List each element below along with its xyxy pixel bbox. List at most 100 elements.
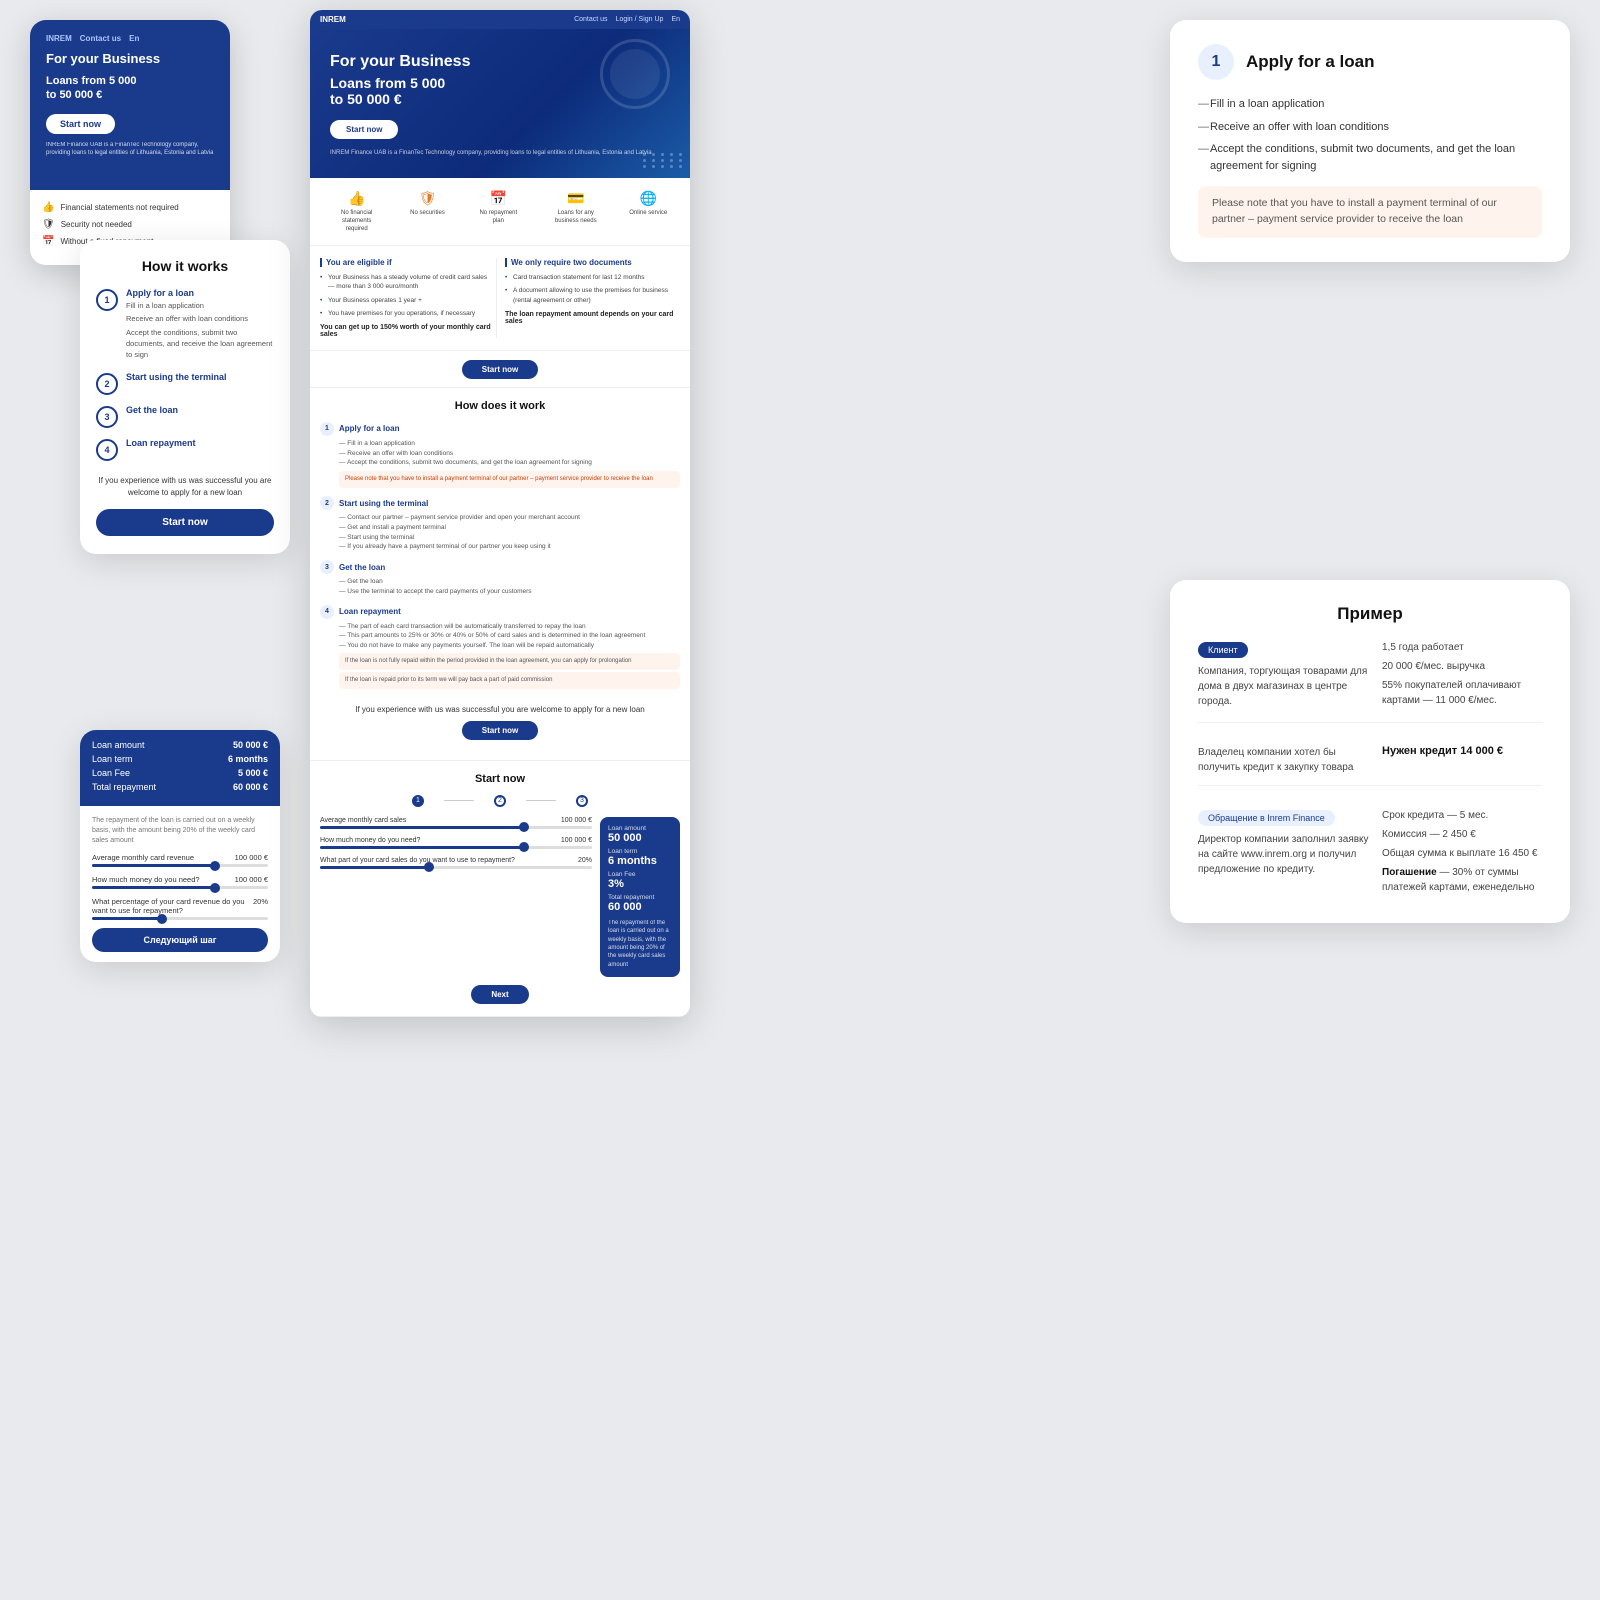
start-next-button[interactable]: Next	[471, 985, 528, 1004]
site-hero: For your Business Loans from 5 000to 50 …	[310, 29, 690, 178]
calc-row-term: Loan term 6 months	[92, 754, 268, 764]
apply-detail-2: Receive an offer with loan conditions	[1198, 119, 1542, 136]
form-track-3[interactable]	[320, 866, 592, 869]
form-thumb-2[interactable]	[519, 842, 529, 852]
how-section-cta: If you experience with us was successful…	[320, 697, 680, 748]
apply-detail-1: Fill in a loan application	[1198, 96, 1542, 113]
eligibility-cta: Start now	[310, 351, 690, 388]
eligibility-cta-button[interactable]: Start now	[462, 360, 538, 379]
steps-indicator: 1 2 3	[320, 795, 680, 807]
calc-row-fee: Loan Fee 5 000 €	[92, 768, 268, 778]
mobile-hero: INREM Contact us En For your Business Lo…	[30, 20, 230, 190]
client-wish: Владелец компании хотел бы получить кред…	[1198, 745, 1370, 775]
how-step-3: 3 Get the loan — Get the loan— Use the t…	[320, 560, 680, 597]
how-step-4-note-2: If the loan is repaid prior to its term …	[339, 672, 680, 689]
step-1-detail-3: Accept the conditions, submit two docume…	[126, 327, 274, 361]
mobile-feature-1: 👍 Financial statements not required	[42, 202, 218, 213]
step-indicator-2[interactable]: 2	[494, 795, 506, 807]
shield-icon: 🛡	[42, 219, 55, 230]
elig-item-3: You have premises for you operations, if…	[320, 309, 495, 318]
appeal-term-4: Погашение — 30% от суммы платежей картам…	[1382, 865, 1542, 895]
calc-total-label: Total repayment	[92, 782, 156, 792]
mobile-feature-2: 🛡 Security not needed	[42, 219, 218, 230]
form-fill-1	[320, 826, 524, 829]
form-track-1[interactable]	[320, 826, 592, 829]
feature-no-statements: 👍 No financial statements required	[333, 190, 381, 233]
mobile-lang: En	[129, 34, 139, 43]
form-thumb-1[interactable]	[519, 822, 529, 832]
slider-thumb-1[interactable]	[210, 861, 220, 871]
step-indicator-3[interactable]: 3	[576, 795, 588, 807]
calc-header: Loan amount 50 000 € Loan term 6 months …	[80, 730, 280, 806]
site-contact-link[interactable]: Contact us	[574, 16, 607, 23]
form-result-fee: Loan Fee 3%	[608, 871, 672, 890]
site-logo: INREM	[320, 15, 346, 24]
card-icon: 💳	[552, 190, 600, 207]
step-1-detail-1: Fill in a loan application	[126, 300, 274, 311]
start-now-title: Start now	[320, 773, 680, 785]
step-2-num: 2	[96, 373, 118, 395]
calc-fee-label: Loan Fee	[92, 768, 130, 778]
slider-track-2[interactable]	[92, 886, 268, 889]
next-step-button[interactable]: Следующий шаг	[92, 928, 268, 952]
slider-fill-1	[92, 864, 215, 867]
step-3-label[interactable]: Get the loan	[126, 405, 178, 415]
mobile-hero-title: For your Business	[46, 51, 214, 68]
how-step-3-header: 3 Get the loan	[320, 560, 680, 574]
slider-thumb-3[interactable]	[157, 914, 167, 924]
client-stats-section: 1,5 года работает 20 000 €/мес. выручка …	[1370, 640, 1542, 723]
step-1-num: 1	[96, 289, 118, 311]
how-section-cta-button[interactable]: Start now	[462, 721, 538, 740]
apply-step-header: 1 Apply for a loan	[1198, 44, 1542, 80]
apply-step-title: Apply for a loan	[1246, 52, 1374, 72]
how-step-4-label: Loan repayment	[339, 607, 401, 616]
mobile-hero-subtitle: Loans from 5 000to 50 000 €	[46, 74, 214, 103]
thumbs-up-icon: 👍	[333, 190, 381, 207]
result-term-label: Loan term	[608, 848, 672, 855]
site-lang-link[interactable]: En	[671, 16, 680, 23]
slider-track-3[interactable]	[92, 917, 268, 920]
form-left: Average monthly card sales 100 000 € How…	[320, 817, 592, 977]
eligibility-section: You are eligible if Your Business has a …	[310, 246, 690, 350]
how-step-4-num: 4	[320, 605, 334, 619]
how-it-works-card: How it works 1 Apply for a loan Fill in …	[80, 240, 290, 554]
mobile-logo: INREM Contact us En	[46, 34, 214, 43]
credit-need-bold: Нужен кредит 14 000 €	[1382, 745, 1542, 757]
site-start-button[interactable]: Start now	[330, 120, 398, 139]
step-2-label[interactable]: Start using the terminal	[126, 372, 227, 382]
step-indicator-1[interactable]: 1	[412, 795, 424, 807]
step-4: 4 Loan repayment	[96, 438, 274, 461]
mobile-card: INREM Contact us En For your Business Lo…	[30, 20, 230, 265]
how-start-button[interactable]: Start now	[96, 509, 274, 536]
form-track-2[interactable]	[320, 846, 592, 849]
mobile-start-button[interactable]: Start now	[46, 114, 115, 134]
form-slider-label-2: How much money do you need? 100 000 €	[320, 837, 592, 844]
calendar-icon: 📅	[474, 190, 522, 207]
result-fee-label: Loan Fee	[608, 871, 672, 878]
how-step-1-detail: — Fill in a loan application— Receive an…	[320, 439, 680, 468]
calc-row-amount: Loan amount 50 000 €	[92, 740, 268, 750]
steps-connector-2	[526, 800, 556, 801]
slider-label-1: Average monthly card revenue 100 000 €	[92, 853, 268, 862]
how-step-1-label: Apply for a loan	[339, 424, 399, 433]
appeal-term-4-label: Погашение	[1382, 867, 1437, 878]
slider-track-1[interactable]	[92, 864, 268, 867]
slider-fill-2	[92, 886, 215, 889]
form-slider-label-1: Average monthly card sales 100 000 €	[320, 817, 592, 824]
site-login-link[interactable]: Login / Sign Up	[616, 16, 664, 23]
step-4-label[interactable]: Loan repayment	[126, 438, 196, 448]
form-slider-1: Average monthly card sales 100 000 €	[320, 817, 592, 829]
slider-label-2: How much money do you need? 100 000 €	[92, 875, 268, 884]
form-thumb-3[interactable]	[424, 862, 434, 872]
slider-thumb-2[interactable]	[210, 883, 220, 893]
elig-bold: You can get up to 150% worth of your mon…	[320, 324, 495, 338]
apply-detail-list: Fill in a loan application Receive an of…	[1198, 96, 1542, 174]
hero-circle-decoration	[600, 39, 670, 109]
client-stat-3: 55% покупателей оплачивают картами — 11 …	[1382, 678, 1542, 708]
step-1-details: Fill in a loan application Receive an of…	[126, 300, 274, 360]
result-total-val: 60 000	[608, 901, 672, 913]
eligibility-title: You are eligible if	[320, 258, 495, 267]
calc-body: The repayment of the loan is carried out…	[80, 806, 280, 962]
mobile-feature-label-1: Financial statements not required	[60, 203, 178, 212]
mobile-feature-label-2: Security not needed	[61, 220, 132, 229]
